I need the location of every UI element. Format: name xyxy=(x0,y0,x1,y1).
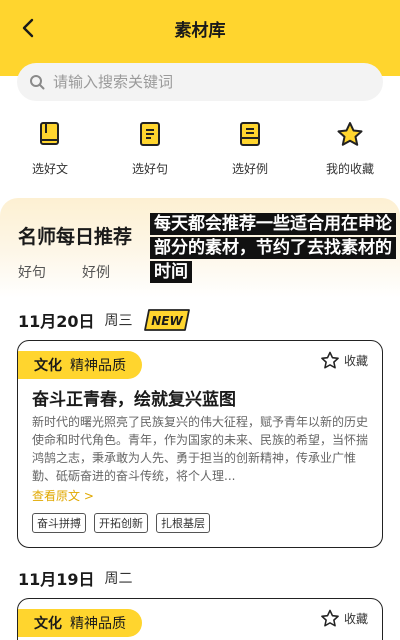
quick-nav-good-articles[interactable]: 选好文 xyxy=(10,120,90,177)
new-badge: NEW xyxy=(143,308,191,332)
card-excerpt: 新时代的曙光照亮了民族复兴的伟大征程，赋予青年以新的历史使命和时代角色。青年，作… xyxy=(32,415,369,483)
quick-nav-label: 选好句 xyxy=(131,162,168,176)
card-category-tag: 文化 精神品质 xyxy=(18,351,142,379)
keyword-tags: 奋斗拼搏 开拓创新 扎根基层 xyxy=(32,513,218,533)
recommend-title: 名师每日推荐 xyxy=(18,226,133,248)
view-original-link[interactable]: 查看原文 > xyxy=(32,487,94,504)
collect-label: 收藏 xyxy=(343,354,368,368)
card-category: 文化 xyxy=(34,616,62,632)
search-input[interactable] xyxy=(53,73,353,91)
weekday-text: 周二 xyxy=(104,571,133,587)
date-text: 11月19日 xyxy=(18,570,95,589)
quick-nav-good-sentences[interactable]: 选好句 xyxy=(110,120,190,177)
list-document-icon xyxy=(236,120,264,148)
tab-good-examples[interactable]: 好例 xyxy=(82,262,110,282)
keyword-tag[interactable]: 扎根基层 xyxy=(156,513,210,533)
keyword-tag[interactable]: 开拓创新 xyxy=(94,513,148,533)
page-title: 素材库 xyxy=(174,20,226,41)
quick-nav-label: 选好例 xyxy=(231,162,268,176)
search-icon xyxy=(30,75,45,90)
new-badge-label: NEW xyxy=(151,314,183,328)
card-category: 文化 xyxy=(34,358,62,374)
card-subcategory: 精神品质 xyxy=(70,616,126,632)
weekday-text: 周三 xyxy=(104,313,133,329)
chevron-left-icon xyxy=(22,18,34,38)
material-card[interactable]: 文化 精神品质 收藏 xyxy=(17,598,383,640)
collect-label: 收藏 xyxy=(343,612,368,626)
material-card[interactable]: 文化 精神品质 收藏 奋斗正青春，绘就复兴蓝图 新时代的曙光照亮了民族复兴的伟大征… xyxy=(17,340,383,548)
card-category-tag: 文化 精神品质 xyxy=(18,609,142,637)
quick-nav-my-favorites[interactable]: 我的收藏 xyxy=(310,120,390,177)
overlay-caption-text: 每天都会推荐一些适合用在申论部分的素材，节约了去找素材的时间 xyxy=(150,213,396,283)
book-icon xyxy=(36,120,64,148)
quick-nav: 选好文 选好句 选好例 我的收藏 xyxy=(0,120,400,184)
overlay-caption: 每天都会推荐一些适合用在申论部分的素材，节约了去找素材的时间 xyxy=(150,212,396,284)
keyword-tag[interactable]: 奋斗拼搏 xyxy=(32,513,86,533)
collect-button[interactable]: 收藏 xyxy=(320,351,368,370)
quick-nav-good-examples[interactable]: 选好例 xyxy=(210,120,290,177)
collect-button[interactable]: 收藏 xyxy=(320,609,368,628)
date-header: 11月20日 周三 NEW xyxy=(18,308,191,332)
app-header: 素材库 xyxy=(0,0,400,56)
quick-nav-label: 选好文 xyxy=(31,162,68,176)
document-icon xyxy=(136,120,164,148)
search-bar[interactable] xyxy=(17,63,383,101)
card-subcategory: 精神品质 xyxy=(70,358,126,374)
back-button[interactable] xyxy=(16,16,40,40)
tab-good-sentences[interactable]: 好句 xyxy=(18,262,46,282)
date-text: 11月20日 xyxy=(18,312,95,331)
date-header: 11月19日 周二 xyxy=(18,566,133,590)
quick-nav-label: 我的收藏 xyxy=(325,162,374,176)
star-outline-icon xyxy=(321,351,339,369)
card-title[interactable]: 奋斗正青春，绘就复兴蓝图 xyxy=(32,385,236,410)
star-outline-icon xyxy=(321,609,339,627)
star-icon xyxy=(336,120,364,148)
